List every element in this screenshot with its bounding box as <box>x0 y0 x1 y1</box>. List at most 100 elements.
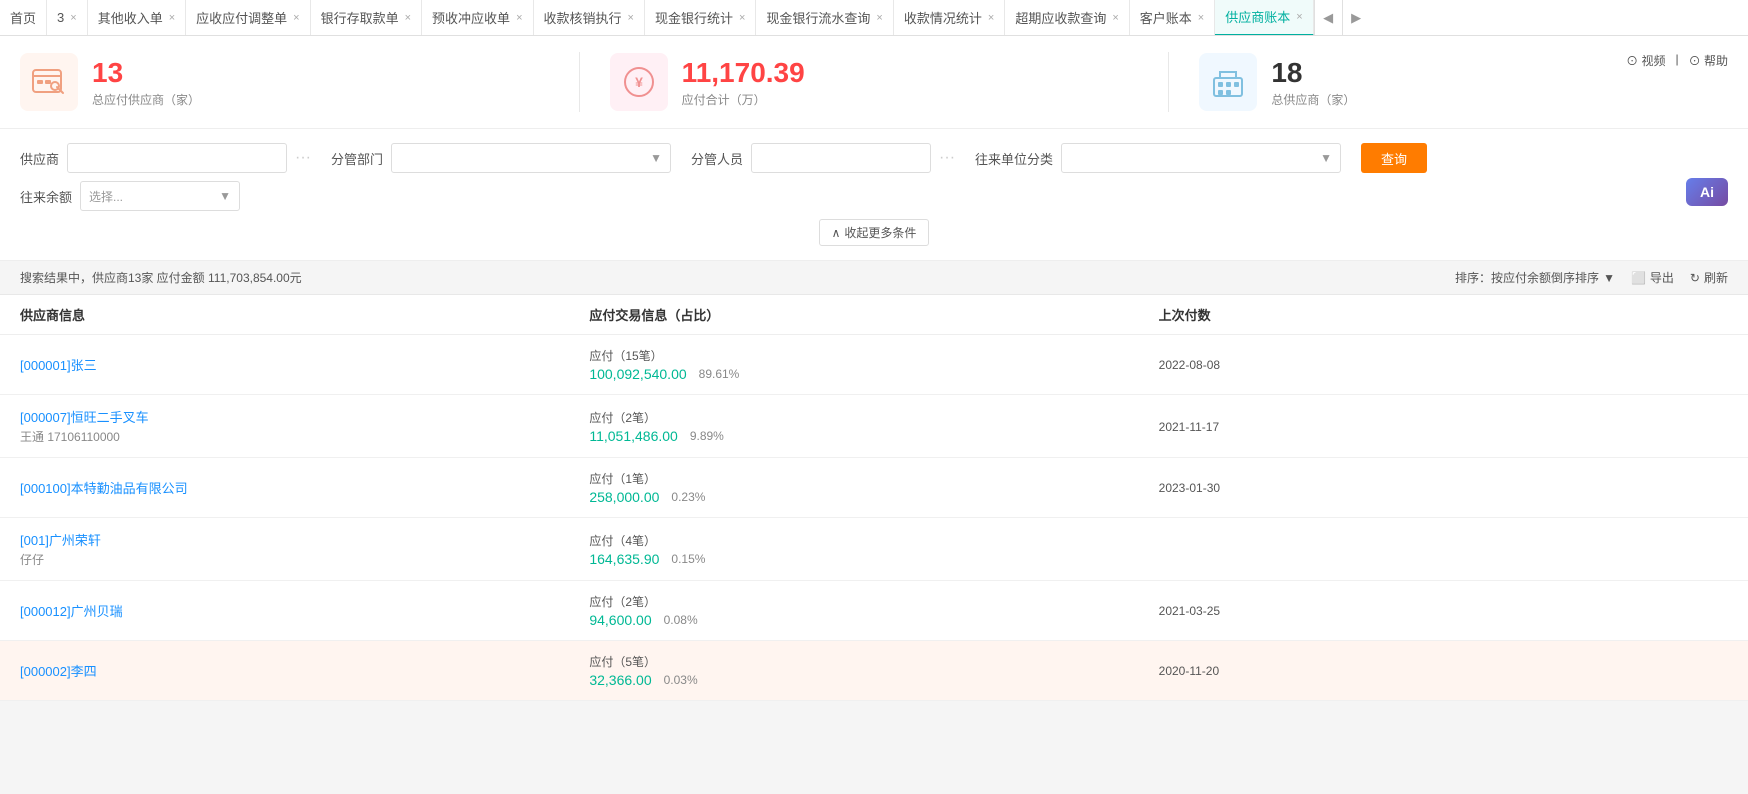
tx-row-1: 100,092,540.00 89.61% <box>589 366 1158 382</box>
tab-advance-receipt[interactable]: 预收冲应收单 × <box>422 0 533 36</box>
tx-info-6: 应付（5笔） 32,366.00 0.03% <box>589 653 1158 688</box>
dept-select[interactable]: ▼ <box>391 143 671 173</box>
tab-cash-bank-stat-close[interactable]: × <box>739 12 745 24</box>
tab-advance-receipt-label: 预收冲应收单 <box>432 8 510 27</box>
supplier-dots[interactable]: ··· <box>295 149 311 167</box>
col-header-lastpay: 上次付数 <box>1159 305 1728 324</box>
supplier-name-4[interactable]: [001]广州荣轩 <box>20 533 101 548</box>
video-link[interactable]: ⊙ 视频 <box>1626 52 1665 69</box>
filter-area: 供应商 ··· 分管部门 ▼ 分管人员 ··· 往来单位分类 ▼ 查询 往来 <box>0 129 1748 261</box>
collapse-button[interactable]: ∧ 收起更多条件 <box>819 219 930 246</box>
tab-bank-deposit-close[interactable]: × <box>405 12 411 24</box>
tab-home[interactable]: 首页 <box>0 0 47 36</box>
tab-customer-ledger-label: 客户账本 <box>1140 8 1192 27</box>
tx-info-2: 应付（2笔） 11,051,486.00 9.89% <box>589 409 1158 444</box>
tx-amount-6: 32,366.00 <box>589 672 651 688</box>
divider-link: | <box>1676 52 1679 69</box>
supplier-name-6[interactable]: [000002]李四 <box>20 664 97 679</box>
col-header-supplier: 供应商信息 <box>20 305 589 324</box>
refresh-button[interactable]: ↻ 刷新 <box>1690 269 1728 286</box>
tab-cash-flow-query[interactable]: 现金银行流水查询 × <box>756 0 893 36</box>
person-dots[interactable]: ··· <box>939 149 955 167</box>
supplier-info-1: [000001]张三 <box>20 355 589 374</box>
tx-amount-1: 100,092,540.00 <box>589 366 686 382</box>
supplier-name-5[interactable]: [000012]广州贝瑞 <box>20 604 123 619</box>
tab-3-close[interactable]: × <box>70 12 76 24</box>
last-pay-date-6: 2020-11-20 <box>1159 664 1220 678</box>
balance-select[interactable]: 选择... ▼ <box>80 181 240 211</box>
tx-label-2: 应付（2笔） <box>589 409 1158 426</box>
tab-supplier-ledger[interactable]: 供应商账本 × <box>1215 0 1313 36</box>
help-link[interactable]: ⊙ 帮助 <box>1689 52 1728 69</box>
supplier-name-3[interactable]: [000100]本特勤油品有限公司 <box>20 481 188 496</box>
tab-overdue-query-close[interactable]: × <box>1112 12 1118 24</box>
last-pay-3: 2023-01-30 <box>1159 480 1728 495</box>
person-input[interactable] <box>751 143 931 173</box>
tx-percent-5: 0.08% <box>664 613 698 627</box>
result-actions: 排序：按应付余额倒序排序 ▼ ⬜ 导出 ↻ 刷新 <box>1455 269 1728 286</box>
tab-3-label: 3 <box>57 10 64 25</box>
tab-cash-bank-stat[interactable]: 现金银行统计 × <box>645 0 756 36</box>
supplier-sub-2: 王通 17106110000 <box>20 428 589 445</box>
tab-cash-flow-query-label: 现金银行流水查询 <box>766 8 870 27</box>
tab-other-income-label: 其他收入单 <box>98 8 163 27</box>
tab-receipt-stat[interactable]: 收款情况统计 × <box>894 0 1005 36</box>
payable-suppliers-info: 13 总应付供应商（家） <box>92 56 200 109</box>
tab-other-income[interactable]: 其他收入单 × <box>88 0 186 36</box>
supplier-info-5: [000012]广州贝瑞 <box>20 601 589 620</box>
refresh-icon: ↻ <box>1690 271 1700 285</box>
tab-ar-ap-adjust-close[interactable]: × <box>293 12 299 24</box>
tab-3[interactable]: 3 × <box>47 0 88 36</box>
supplier-name-1[interactable]: [000001]张三 <box>20 358 97 373</box>
tab-home-label: 首页 <box>10 8 36 27</box>
total-payable-icon: ¥ <box>610 53 668 111</box>
tx-row-6: 32,366.00 0.03% <box>589 672 1158 688</box>
tx-amount-2: 11,051,486.00 <box>589 428 678 444</box>
tx-info-4: 应付（4笔） 164,635.90 0.15% <box>589 532 1158 567</box>
tab-ar-ap-adjust[interactable]: 应收应付调整单 × <box>186 0 310 36</box>
tab-advance-receipt-close[interactable]: × <box>516 12 522 24</box>
balance-dropdown-icon: ▼ <box>219 189 231 203</box>
tab-customer-ledger[interactable]: 客户账本 × <box>1130 0 1215 36</box>
tab-receipt-exec-close[interactable]: × <box>628 12 634 24</box>
collapse-icon: ∧ <box>832 226 841 240</box>
tab-overdue-query[interactable]: 超期应收款查询 × <box>1005 0 1129 36</box>
category-select[interactable]: ▼ <box>1061 143 1341 173</box>
query-button[interactable]: 查询 <box>1361 143 1427 173</box>
supplier-info-3: [000100]本特勤油品有限公司 <box>20 478 589 497</box>
tab-ar-ap-adjust-label: 应收应付调整单 <box>196 8 287 27</box>
tx-percent-4: 0.15% <box>671 552 705 566</box>
ai-badge[interactable]: Ai <box>1686 178 1728 206</box>
export-button[interactable]: ⬜ 导出 <box>1631 269 1674 286</box>
tab-bank-deposit-label: 银行存取款单 <box>321 8 399 27</box>
tab-supplier-ledger-close[interactable]: × <box>1296 11 1302 23</box>
nav-prev-arrow[interactable]: ◀ <box>1314 0 1342 36</box>
filter-category: 往来单位分类 ▼ <box>975 143 1341 173</box>
supplier-name-2[interactable]: [000007]恒旺二手叉车 <box>20 410 149 425</box>
total-suppliers-info: 18 总供应商（家） <box>1271 56 1355 109</box>
tab-cash-flow-query-close[interactable]: × <box>876 12 882 24</box>
tab-bank-deposit[interactable]: 银行存取款单 × <box>311 0 422 36</box>
tab-receipt-exec-label: 收款核销执行 <box>544 8 622 27</box>
table-row: [000002]李四 应付（5笔） 32,366.00 0.03% 2020-1… <box>0 641 1748 701</box>
top-navigation: 首页 3 × 其他收入单 × 应收应付调整单 × 银行存取款单 × 预收冲应收单… <box>0 0 1748 36</box>
divider-2 <box>1168 52 1169 112</box>
sort-dropdown-icon[interactable]: ▼ <box>1603 271 1615 285</box>
supplier-input[interactable] <box>67 143 287 173</box>
balance-label: 往来余额 <box>20 187 72 206</box>
tab-other-income-close[interactable]: × <box>169 12 175 24</box>
tx-info-1: 应付（15笔） 100,092,540.00 89.61% <box>589 347 1158 382</box>
nav-next-arrow[interactable]: ▶ <box>1342 0 1370 36</box>
tx-row-3: 258,000.00 0.23% <box>589 489 1158 505</box>
tx-row-4: 164,635.90 0.15% <box>589 551 1158 567</box>
last-pay-date-1: 2022-08-08 <box>1159 358 1220 372</box>
tab-receipt-stat-close[interactable]: × <box>988 12 994 24</box>
filter-balance: 往来余额 选择... ▼ <box>20 181 240 211</box>
tab-receipt-exec[interactable]: 收款核销执行 × <box>534 0 645 36</box>
tab-customer-ledger-close[interactable]: × <box>1198 12 1204 24</box>
tab-receipt-stat-label: 收款情况统计 <box>904 8 982 27</box>
svg-text:¥: ¥ <box>635 74 643 90</box>
tx-row-2: 11,051,486.00 9.89% <box>589 428 1158 444</box>
tx-percent-6: 0.03% <box>664 673 698 687</box>
supplier-info-6: [000002]李四 <box>20 661 589 680</box>
